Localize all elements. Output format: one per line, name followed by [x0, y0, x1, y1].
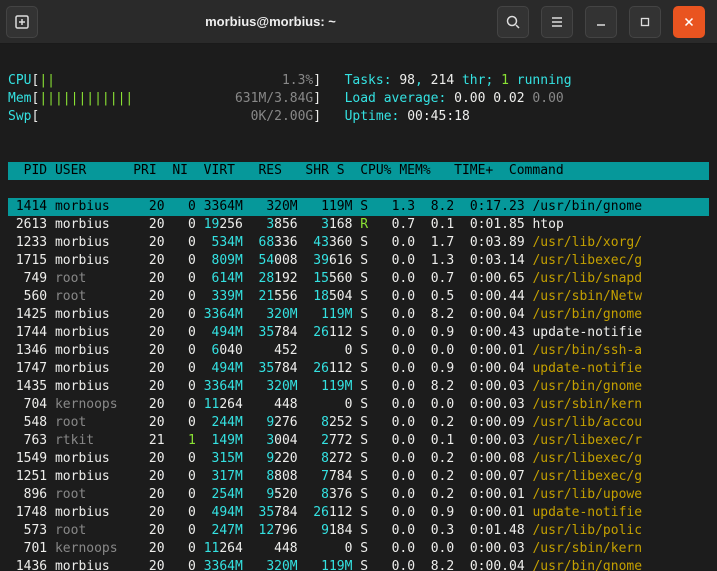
table-row[interactable]: 1436 morbius 20 0 3364M 320M 119M S 0.0 … [8, 558, 709, 571]
table-row[interactable]: 1346 morbius 20 0 6040 452 0 S 0.0 0.0 0… [8, 342, 709, 360]
minimize-button[interactable] [585, 6, 617, 38]
search-button[interactable] [497, 6, 529, 38]
menu-button[interactable] [541, 6, 573, 38]
table-row[interactable]: 1744 morbius 20 0 494M 35784 26112 S 0.0… [8, 324, 709, 342]
table-row[interactable]: 1715 morbius 20 0 809M 54008 39616 S 0.0… [8, 252, 709, 270]
table-row[interactable]: 1747 morbius 20 0 494M 35784 26112 S 0.0… [8, 360, 709, 378]
terminal[interactable]: CPU[|| 1.3%] Tasks: 98, 214 thr; 1 runni… [0, 44, 717, 571]
new-tab-icon [14, 14, 30, 30]
table-row[interactable]: 573 root 20 0 247M 12796 9184 S 0.0 0.3 … [8, 522, 709, 540]
table-row[interactable]: 1425 morbius 20 0 3364M 320M 119M S 0.0 … [8, 306, 709, 324]
maximize-button[interactable] [629, 6, 661, 38]
table-row[interactable]: 896 root 20 0 254M 9520 8376 S 0.0 0.2 0… [8, 486, 709, 504]
close-icon [682, 15, 696, 29]
meters-block: CPU[|| 1.3%] Tasks: 98, 214 thr; 1 runni… [8, 72, 709, 144]
close-button[interactable] [673, 6, 705, 38]
process-list[interactable]: 1414 morbius 20 0 3364M 320M 119M S 1.3 … [8, 198, 709, 571]
titlebar: morbius@morbius: ~ [0, 0, 717, 44]
table-row[interactable]: 1549 morbius 20 0 315M 9220 8272 S 0.0 0… [8, 450, 709, 468]
table-row[interactable]: 1435 morbius 20 0 3364M 320M 119M S 0.0 … [8, 378, 709, 396]
search-icon [505, 14, 521, 30]
maximize-icon [638, 15, 652, 29]
process-header[interactable]: PID USER PRI NI VIRT RES SHR S CPU% MEM%… [8, 162, 709, 180]
table-row[interactable]: 2613 morbius 20 0 19256 3856 3168 R 0.7 … [8, 216, 709, 234]
table-row[interactable]: 704 kernoops 20 0 11264 448 0 S 0.0 0.0 … [8, 396, 709, 414]
table-row[interactable]: 701 kernoops 20 0 11264 448 0 S 0.0 0.0 … [8, 540, 709, 558]
table-row[interactable]: 1251 morbius 20 0 317M 8808 7784 S 0.0 0… [8, 468, 709, 486]
table-row[interactable]: 763 rtkit 21 1 149M 3004 2772 S 0.0 0.1 … [8, 432, 709, 450]
table-row[interactable]: 560 root 20 0 339M 21556 18504 S 0.0 0.5… [8, 288, 709, 306]
new-tab-button[interactable] [6, 6, 38, 38]
minimize-icon [593, 14, 609, 30]
table-row[interactable]: 1414 morbius 20 0 3364M 320M 119M S 1.3 … [8, 198, 709, 216]
table-row[interactable]: 548 root 20 0 244M 9276 8252 S 0.0 0.2 0… [8, 414, 709, 432]
table-row[interactable]: 1748 morbius 20 0 494M 35784 26112 S 0.0… [8, 504, 709, 522]
hamburger-icon [549, 14, 565, 30]
table-row[interactable]: 749 root 20 0 614M 28192 15560 S 0.0 0.7… [8, 270, 709, 288]
table-row[interactable]: 1233 morbius 20 0 534M 68336 43360 S 0.0… [8, 234, 709, 252]
window-title: morbius@morbius: ~ [44, 14, 497, 29]
